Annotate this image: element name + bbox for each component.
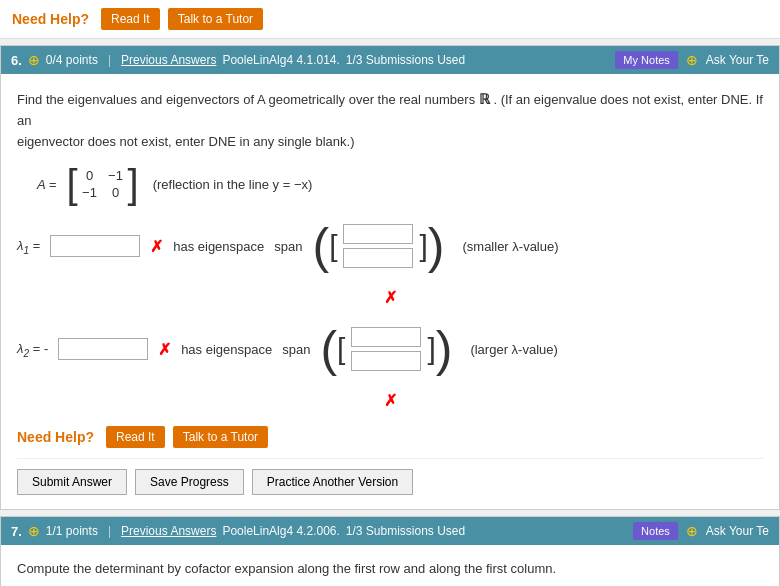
q6-ask-icon: ⊕ bbox=[686, 52, 698, 68]
q6-matrix: [ 0 −1 −1 0 ] bbox=[66, 164, 138, 204]
lambda2-vector-x: ✗ bbox=[17, 391, 763, 410]
lambda2-label: λ2 = - bbox=[17, 341, 48, 359]
question-7-header: 7. ⊕ 1/1 points | Previous Answers Poole… bbox=[1, 517, 779, 545]
q7-ask-tutor[interactable]: Ask Your Te bbox=[706, 524, 769, 538]
lambda1-label: λ1 = bbox=[17, 238, 40, 256]
lambda1-vec-bot-input[interactable] bbox=[343, 248, 413, 268]
question-7-body: Compute the determinant by cofactor expa… bbox=[1, 545, 779, 586]
q6-points: 0/4 points bbox=[46, 53, 98, 67]
cell-1-1: 0 bbox=[108, 185, 124, 200]
q6-action-row: Submit Answer Save Progress Practice Ano… bbox=[17, 458, 763, 495]
lambda2-vec-top-input[interactable] bbox=[351, 327, 421, 347]
question-6-block: 6. ⊕ 0/4 points | Previous Answers Poole… bbox=[0, 45, 780, 510]
cell-1-0: −1 bbox=[82, 185, 98, 200]
q6-reflection: (reflection in the line y = −x) bbox=[153, 177, 313, 192]
header-right-7: Notes ⊕ Ask Your Te bbox=[633, 522, 769, 540]
lambda1-vector-x: ✗ bbox=[17, 288, 763, 307]
q7-ask-icon: ⊕ bbox=[686, 523, 698, 539]
lambda2-vector-span: ( [ ] ) bbox=[320, 323, 452, 375]
q7-prev-answers[interactable]: Previous Answers bbox=[121, 524, 216, 538]
big-paren-right-1: ) bbox=[428, 221, 445, 271]
q6-need-help-row: Need Help? Read It Talk to a Tutor bbox=[17, 426, 763, 448]
read-it-button-top[interactable]: Read It bbox=[101, 8, 160, 30]
cell-0-0: 0 bbox=[82, 168, 98, 183]
q6-matrix-label: A = bbox=[37, 177, 56, 192]
question-6-header: 6. ⊕ 0/4 points | Previous Answers Poole… bbox=[1, 46, 779, 74]
lambda1-input[interactable] bbox=[50, 235, 140, 257]
save-progress-button[interactable]: Save Progress bbox=[135, 469, 244, 495]
lambda1-x-mark[interactable]: ✗ bbox=[150, 237, 163, 256]
r-symbol: ℝ bbox=[479, 91, 490, 107]
lambda1-row: λ1 = ✗ has eigenspace span ( [ ] ) (smal… bbox=[17, 220, 763, 272]
q6-prev-answers[interactable]: Previous Answers bbox=[121, 53, 216, 67]
vec-bracket-right-1: ] bbox=[419, 229, 427, 263]
lambda1-vector-grid bbox=[337, 220, 419, 272]
lambda2-row: λ2 = - ✗ has eigenspace span ( [ ] ) (la… bbox=[17, 323, 763, 375]
q6-ask-tutor[interactable]: Ask Your Te bbox=[706, 53, 769, 67]
lambda2-vector-grid bbox=[345, 323, 427, 375]
q6-my-notes-button[interactable]: My Notes bbox=[615, 51, 677, 69]
lambda2-vector: [ ] bbox=[337, 323, 436, 375]
matrix-row-1: 0 −1 bbox=[82, 168, 124, 183]
need-help-label-top: Need Help? bbox=[12, 11, 89, 27]
q7-problem-text: Compute the determinant by cofactor expa… bbox=[17, 559, 763, 580]
q6-problem-text: Find the eigenvalues and eigenvectors of… bbox=[17, 88, 763, 152]
vec-bracket-left-1: [ bbox=[329, 229, 337, 263]
q7-points: 1/1 points bbox=[46, 524, 98, 538]
q7-notes-button[interactable]: Notes bbox=[633, 522, 678, 540]
q6-matrix-grid: 0 −1 −1 0 bbox=[78, 166, 128, 202]
lambda1-vector: [ ] bbox=[329, 220, 428, 272]
header-left-7: 7. ⊕ 1/1 points | Previous Answers Poole… bbox=[11, 523, 465, 539]
vec-bracket-left-2: [ bbox=[337, 332, 345, 366]
lambda2-span-label: span bbox=[282, 342, 310, 357]
bracket-left-6: [ bbox=[66, 164, 77, 204]
talk-tutor-button-top[interactable]: Talk to a Tutor bbox=[168, 8, 263, 30]
lambda1-vector-span: ( [ ] ) bbox=[312, 220, 444, 272]
read-it-button-q6[interactable]: Read It bbox=[106, 426, 165, 448]
q6-number: 6. bbox=[11, 53, 22, 68]
q7-number: 7. bbox=[11, 524, 22, 539]
vec-bracket-right-2: ] bbox=[427, 332, 435, 366]
q7-plus-icon[interactable]: ⊕ bbox=[28, 523, 40, 539]
question-7-block: 7. ⊕ 1/1 points | Previous Answers Poole… bbox=[0, 516, 780, 586]
lambda1-value-label: (smaller λ-value) bbox=[462, 239, 558, 254]
lambda2-vec-bot-input[interactable] bbox=[351, 351, 421, 371]
lambda1-vec-top-input[interactable] bbox=[343, 224, 413, 244]
top-help-bar: Need Help? Read It Talk to a Tutor bbox=[0, 0, 780, 39]
big-paren-left-2: ( bbox=[320, 324, 337, 374]
lambda2-value-label: (larger λ-value) bbox=[470, 342, 557, 357]
need-help-label-q6: Need Help? bbox=[17, 429, 94, 445]
q6-submissions: 1/3 Submissions Used bbox=[346, 53, 465, 67]
lambda2-eigenspace-label: has eigenspace bbox=[181, 342, 272, 357]
q7-submissions: 1/3 Submissions Used bbox=[346, 524, 465, 538]
big-paren-left-1: ( bbox=[312, 221, 329, 271]
practice-another-button[interactable]: Practice Another Version bbox=[252, 469, 413, 495]
lambda1-span-label: span bbox=[274, 239, 302, 254]
talk-tutor-button-q6[interactable]: Talk to a Tutor bbox=[173, 426, 268, 448]
q7-course-code: PooleLinAlg4 4.2.006. bbox=[222, 524, 339, 538]
q6-course-code: PooleLinAlg4 4.1.014. bbox=[222, 53, 339, 67]
q6-matrix-display: A = [ 0 −1 −1 0 ] (reflection in the lin… bbox=[37, 164, 763, 204]
q6-plus-icon[interactable]: ⊕ bbox=[28, 52, 40, 68]
lambda1-eigenspace-label: has eigenspace bbox=[173, 239, 264, 254]
header-left-6: 6. ⊕ 0/4 points | Previous Answers Poole… bbox=[11, 52, 465, 68]
lambda2-input[interactable] bbox=[58, 338, 148, 360]
question-6-body: Find the eigenvalues and eigenvectors of… bbox=[1, 74, 779, 509]
cell-0-1: −1 bbox=[108, 168, 124, 183]
lambda2-x-mark[interactable]: ✗ bbox=[158, 340, 171, 359]
big-paren-right-2: ) bbox=[436, 324, 453, 374]
bracket-right-6: ] bbox=[128, 164, 139, 204]
submit-answer-button[interactable]: Submit Answer bbox=[17, 469, 127, 495]
header-right-6: My Notes ⊕ Ask Your Te bbox=[615, 51, 769, 69]
matrix-row-2: −1 0 bbox=[82, 185, 124, 200]
